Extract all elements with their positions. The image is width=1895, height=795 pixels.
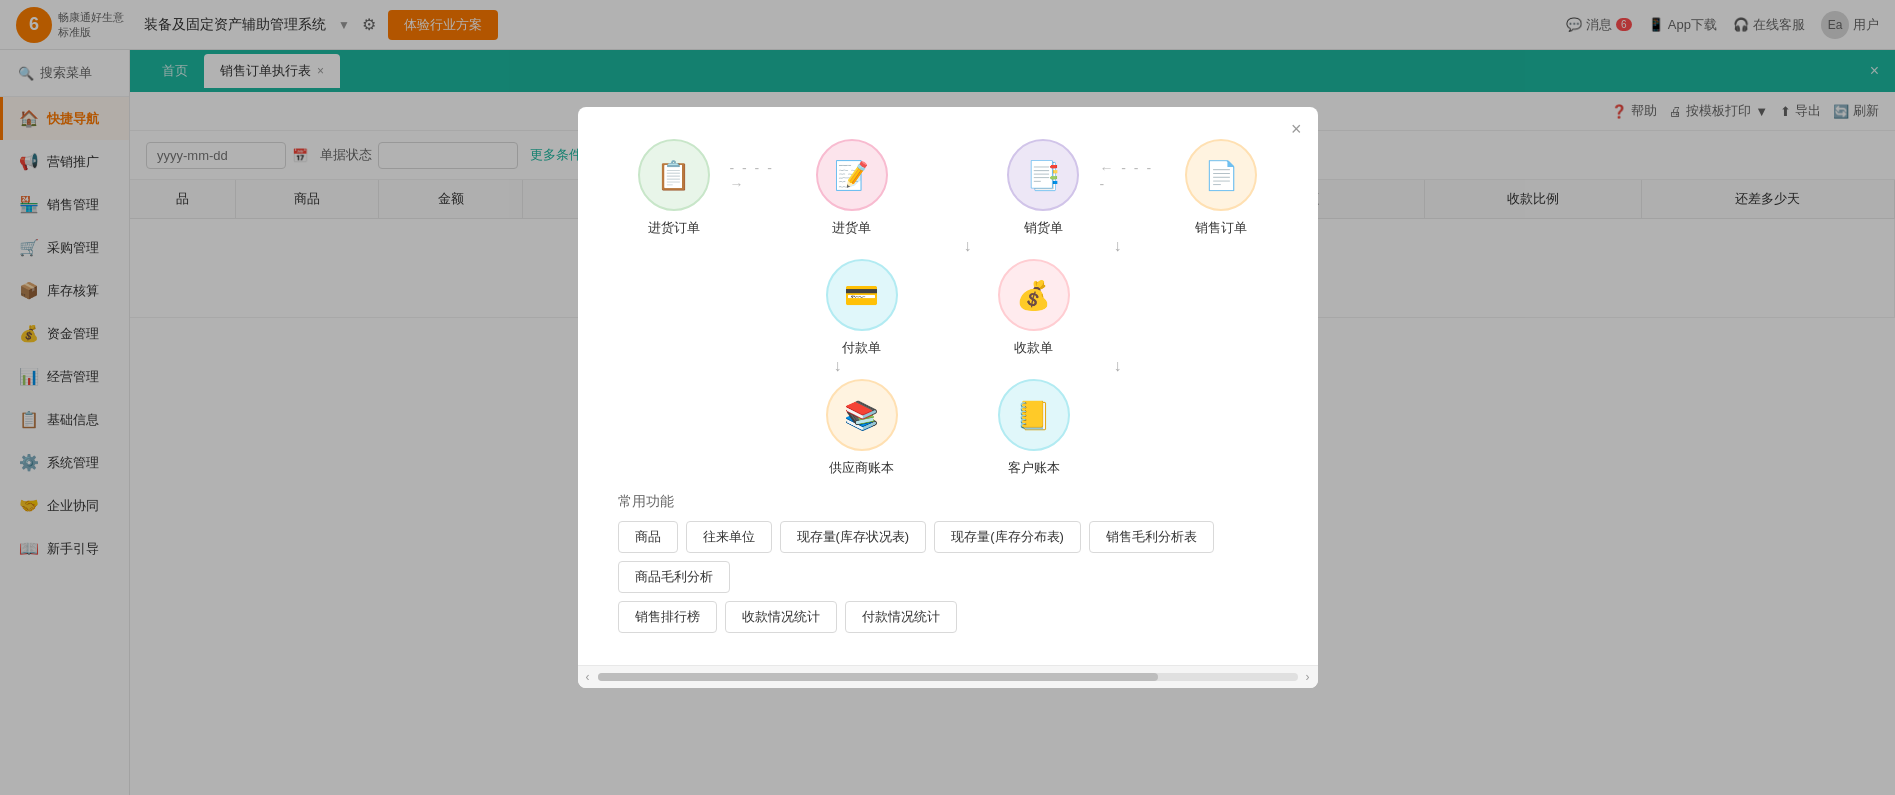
purchase-order-icon: 📋 (656, 159, 691, 192)
customer-ledger-circle[interactable]: 📒 (998, 379, 1070, 451)
common-btn-product[interactable]: 商品 (618, 521, 678, 553)
scroll-right-btn[interactable]: › (1306, 670, 1310, 684)
popup-scrollbar: ‹ › (578, 665, 1318, 688)
flow-node-receipt-bill: 💰 收款单 (998, 259, 1070, 357)
common-btn-counterparty[interactable]: 往来单位 (686, 521, 772, 553)
customer-ledger-icon: 📒 (1016, 399, 1051, 432)
payment-bill-circle[interactable]: 💳 (826, 259, 898, 331)
scroll-thumb (598, 673, 1158, 681)
common-btn-product-margin[interactable]: 商品毛利分析 (618, 561, 730, 593)
sales-order-label: 销售订单 (1195, 219, 1247, 237)
common-section-title: 常用功能 (618, 493, 1278, 511)
common-btn-stock-dist[interactable]: 现存量(库存分布表) (934, 521, 1081, 553)
scroll-track[interactable] (598, 673, 1298, 681)
flow-node-purchase-bill: 📝 进货单 (816, 139, 888, 237)
common-btn-sales-margin[interactable]: 销售毛利分析表 (1089, 521, 1214, 553)
purchase-order-circle[interactable]: 📋 (638, 139, 710, 211)
flow-diagram: 📋 进货订单 - - - - → 📝 进货单 (618, 139, 1278, 477)
purchase-bill-icon: 📝 (834, 159, 869, 192)
common-btn-sales-rank[interactable]: 销售排行榜 (618, 601, 717, 633)
flow-row-1: 📋 进货订单 - - - - → 📝 进货单 (618, 139, 1278, 237)
arrow-left-dashed: ← - - - - (1099, 160, 1165, 192)
purchase-bill-circle[interactable]: 📝 (816, 139, 888, 211)
customer-ledger-label: 客户账本 (1008, 459, 1060, 477)
scroll-left-btn[interactable]: ‹ (586, 670, 590, 684)
sales-bill-label: 销货单 (1024, 219, 1063, 237)
purchase-bill-label: 进货单 (832, 219, 871, 237)
common-btn-payment-stats[interactable]: 付款情况统计 (845, 601, 957, 633)
arrow-down-customer: ↓ (1114, 357, 1122, 375)
flow-row-3: 📚 供应商账本 📒 客户账本 (646, 379, 1250, 477)
sales-bill-circle[interactable]: 📑 (1007, 139, 1079, 211)
flow-row-2: 💳 付款单 💰 收款单 (646, 259, 1250, 357)
flow-node-supplier-ledger: 📚 供应商账本 (826, 379, 898, 477)
common-btn-stock-status[interactable]: 现存量(库存状况表) (780, 521, 927, 553)
flow-node-sales-bill: 📑 销货单 (1007, 139, 1079, 237)
popup-overlay[interactable]: × 📋 进货订单 - - - - → (0, 0, 1895, 795)
receipt-bill-circle[interactable]: 💰 (998, 259, 1070, 331)
popup-body: 📋 进货订单 - - - - → 📝 进货单 (578, 107, 1318, 665)
common-buttons-row-2: 销售排行榜 收款情况统计 付款情况统计 (618, 601, 1278, 633)
sales-bill-icon: 📑 (1026, 159, 1061, 192)
common-btn-receipt-stats[interactable]: 收款情况统计 (725, 601, 837, 633)
supplier-ledger-icon: 📚 (844, 399, 879, 432)
receipt-bill-icon: 💰 (1016, 279, 1051, 312)
supplier-ledger-label: 供应商账本 (829, 459, 894, 477)
flow-row-arrows-2: ↓ ↓ (728, 357, 1168, 375)
popup-close-btn[interactable]: × (1291, 119, 1302, 140)
payment-bill-icon: 💳 (844, 279, 879, 312)
common-section: 常用功能 商品 往来单位 现存量(库存状况表) 现存量(库存分布表) 销售毛利分… (618, 493, 1278, 633)
app-container: 6 畅康通好生意 标准版 装备及固定资产辅助管理系统 ▼ ⚙ 体验行业方案 💬 … (0, 0, 1895, 795)
flow-node-purchase-order: 📋 进货订单 (638, 139, 710, 237)
common-buttons-row-1: 商品 往来单位 现存量(库存状况表) 现存量(库存分布表) 销售毛利分析表 商品… (618, 521, 1278, 593)
flow-node-sales-order: 📄 销售订单 (1185, 139, 1257, 237)
purchase-order-label: 进货订单 (648, 219, 700, 237)
flow-node-payment-bill: 💳 付款单 (826, 259, 898, 357)
receipt-bill-label: 收款单 (1014, 339, 1053, 357)
arrow-down-payment: ↓ (964, 237, 972, 255)
arrow-right-dashed: - - - - → (730, 160, 796, 192)
supplier-ledger-circle[interactable]: 📚 (826, 379, 898, 451)
arrow-down-receipt: ↓ (1114, 237, 1122, 255)
flow-node-customer-ledger: 📒 客户账本 (998, 379, 1070, 477)
arrow-down-supplier: ↓ (834, 357, 842, 375)
popup-dialog: × 📋 进货订单 - - - - → (578, 107, 1318, 688)
payment-bill-label: 付款单 (842, 339, 881, 357)
flow-row-arrows: ↓ ↓ (728, 237, 1168, 255)
sales-order-circle[interactable]: 📄 (1185, 139, 1257, 211)
sales-order-icon: 📄 (1204, 159, 1239, 192)
